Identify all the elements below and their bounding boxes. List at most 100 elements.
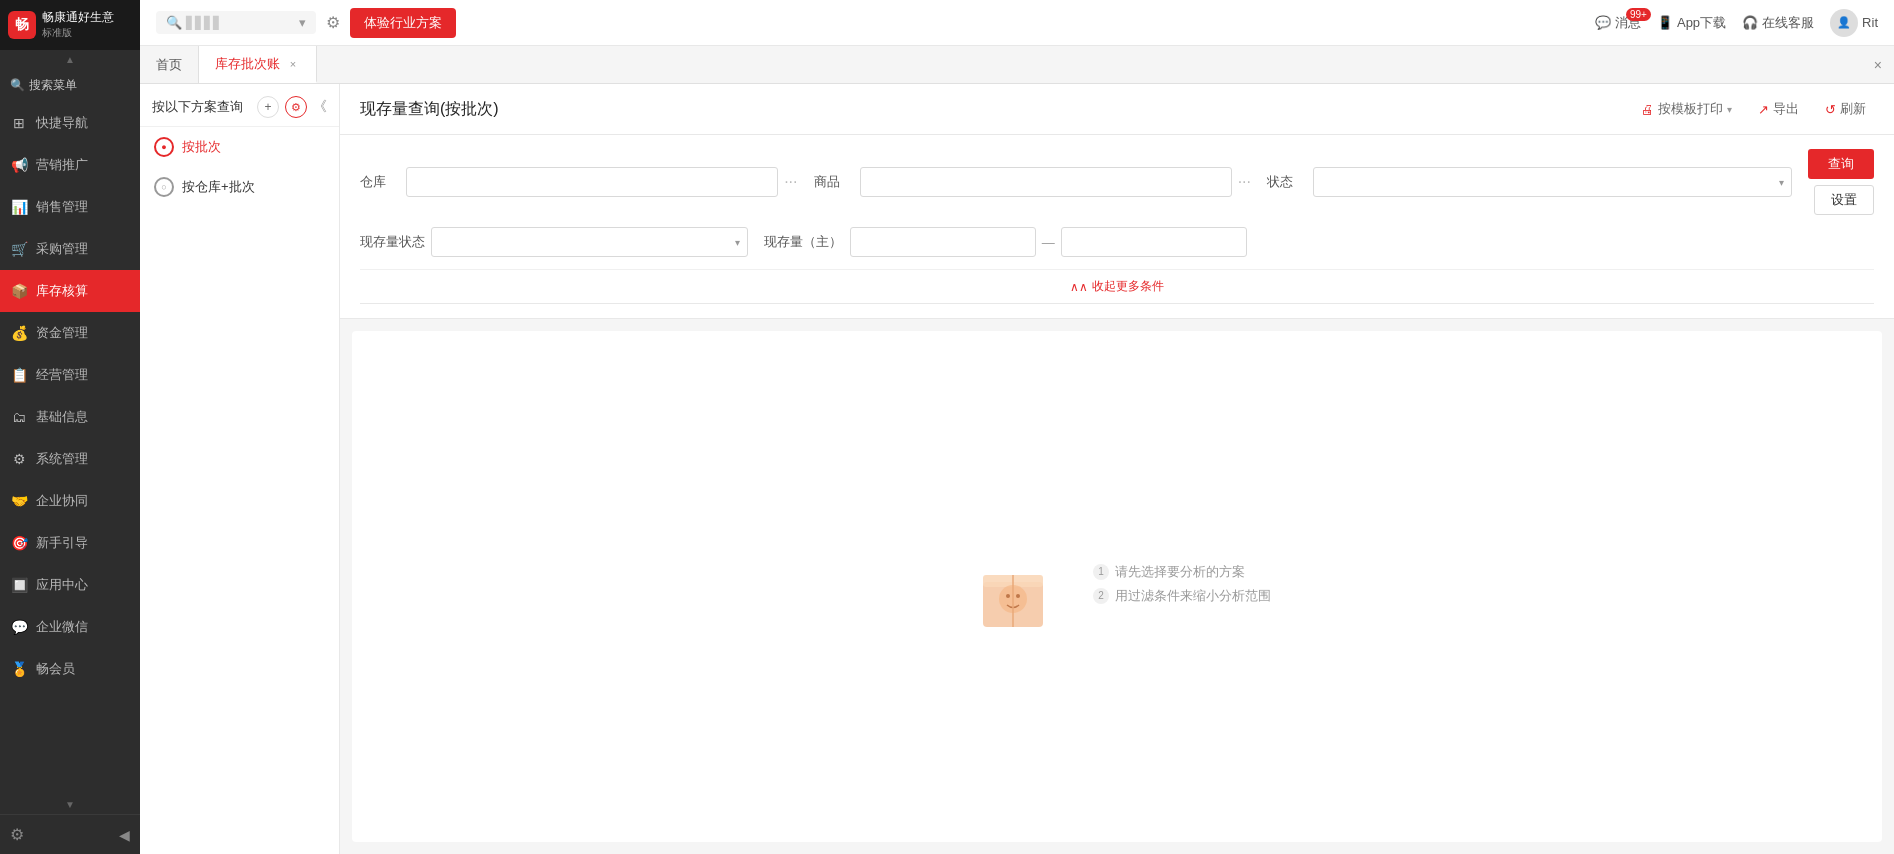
- wechat-icon: 💬: [10, 618, 28, 636]
- sidebar-item-wechat[interactable]: 💬 企业微信: [0, 606, 140, 648]
- empty-hints: 1 请先选择要分析的方案 2 用过滤条件来缩小分析范围: [1093, 563, 1271, 611]
- sidebar-item-apps[interactable]: 🔲 应用中心: [0, 564, 140, 606]
- form-buttons: 查询 设置: [1808, 149, 1874, 215]
- sidebar-settings-icon[interactable]: ⚙: [10, 825, 24, 844]
- settings-button[interactable]: 设置: [1814, 185, 1874, 215]
- batch-filter-icon: ●: [154, 137, 174, 157]
- sidebar-item-label: 基础信息: [36, 408, 88, 426]
- empty-illustration: [963, 537, 1063, 637]
- status-select[interactable]: [1313, 167, 1792, 197]
- industry-solution-button[interactable]: 体验行业方案: [350, 8, 456, 38]
- sidebar-item-operations[interactable]: 📋 经营管理: [0, 354, 140, 396]
- plus-icon: +: [264, 100, 271, 114]
- brand-info: 畅康通好生意 标准版: [42, 10, 114, 40]
- product-dots[interactable]: ···: [1238, 173, 1251, 191]
- sidebar-item-inventory[interactable]: 📦 库存核算: [0, 270, 140, 312]
- filter-add-button[interactable]: +: [257, 96, 279, 118]
- export-button[interactable]: ↗ 导出: [1750, 96, 1807, 122]
- sidebar-item-member[interactable]: 🏅 畅会员: [0, 648, 140, 690]
- product-input[interactable]: [860, 167, 1232, 197]
- page-title: 现存量查询(按批次): [360, 99, 499, 120]
- username-label: Rit: [1862, 15, 1878, 30]
- sidebar-item-marketing[interactable]: 📢 营销推广: [0, 144, 140, 186]
- app-download-button[interactable]: 📱 App下载: [1657, 14, 1726, 32]
- print-dropdown-icon[interactable]: ▾: [1727, 104, 1732, 115]
- export-icon: ↗: [1758, 102, 1769, 117]
- search-menu-item[interactable]: 🔍 搜索菜单: [0, 69, 140, 102]
- refresh-button[interactable]: ↺ 刷新: [1817, 96, 1874, 122]
- sidebar-item-finance[interactable]: 💰 资金管理: [0, 312, 140, 354]
- messages-button[interactable]: 💬 消息 99+: [1595, 14, 1641, 32]
- warehouse-input[interactable]: [406, 167, 778, 197]
- tab-home[interactable]: 首页: [140, 46, 199, 83]
- online-support-label: 在线客服: [1762, 14, 1814, 32]
- hint-1-text: 请先选择要分析的方案: [1115, 563, 1245, 581]
- page-header: 现存量查询(按批次) 🖨 按模板打印 ▾ ↗ 导出 ↺ 刷新: [340, 84, 1894, 135]
- qty-range-dash: —: [1042, 235, 1055, 250]
- inventory-status-field: 现存量状态 ▾: [360, 227, 748, 257]
- filter-settings-button[interactable]: ⚙: [285, 96, 307, 118]
- warehouse-dots[interactable]: ···: [784, 173, 797, 191]
- panel-close-button[interactable]: ×: [1862, 46, 1894, 83]
- sidebar-scroll-down[interactable]: ▼: [0, 795, 140, 814]
- sidebar-item-label: 企业微信: [36, 618, 88, 636]
- filter-item-by-batch[interactable]: ● 按批次: [140, 127, 339, 167]
- finance-icon: 💰: [10, 324, 28, 342]
- tab-close-button[interactable]: ×: [286, 57, 300, 71]
- tab-inventory-batch[interactable]: 库存批次账 ×: [199, 46, 317, 83]
- top-search-dropdown[interactable]: ▾: [299, 15, 306, 30]
- online-support-button[interactable]: 🎧 在线客服: [1742, 14, 1814, 32]
- quick-nav-icon: ⊞: [10, 114, 28, 132]
- inventory-qty-to[interactable]: [1061, 227, 1247, 257]
- sales-icon: 📊: [10, 198, 28, 216]
- sidebar-item-label: 企业协同: [36, 492, 88, 510]
- print-label: 按模板打印: [1658, 100, 1723, 118]
- basic-icon: 🗂: [10, 408, 28, 426]
- tab-home-label: 首页: [156, 56, 182, 74]
- export-label: 导出: [1773, 100, 1799, 118]
- sidebar-item-sales[interactable]: 📊 销售管理: [0, 186, 140, 228]
- sidebar-item-purchase[interactable]: 🛒 采购管理: [0, 228, 140, 270]
- sidebar-item-system[interactable]: ⚙ 系统管理: [0, 438, 140, 480]
- page-header-actions: 🖨 按模板打印 ▾ ↗ 导出 ↺ 刷新: [1633, 96, 1874, 122]
- sidebar-item-label: 系统管理: [36, 450, 88, 468]
- app-download-icon: 📱: [1657, 15, 1673, 30]
- refresh-icon: ↺: [1825, 102, 1836, 117]
- inventory-qty-field: 现存量（主） —: [764, 227, 1247, 257]
- newbie-icon: 🎯: [10, 534, 28, 552]
- marketing-icon: 📢: [10, 156, 28, 174]
- sidebar-collapse-icon[interactable]: ◀: [119, 827, 130, 843]
- sidebar-item-basic[interactable]: 🗂 基础信息: [0, 396, 140, 438]
- collapse-bar[interactable]: ∧∧ 收起更多条件: [360, 269, 1874, 304]
- query-button[interactable]: 查询: [1808, 149, 1874, 179]
- empty-hint-2: 2 用过滤条件来缩小分析范围: [1093, 587, 1271, 605]
- search-icon: 🔍: [10, 78, 25, 92]
- avatar-icon: 👤: [1837, 16, 1851, 29]
- topbar-actions: 💬 消息 99+ 📱 App下载 🎧 在线客服 👤 Rit: [1595, 9, 1878, 37]
- filter-item-by-warehouse-batch[interactable]: ○ 按仓库+批次: [140, 167, 339, 207]
- inventory-icon: 📦: [10, 282, 28, 300]
- system-icon: ⚙: [10, 450, 28, 468]
- topbar-settings-icon[interactable]: ⚙: [326, 13, 340, 32]
- svg-point-4: [1016, 594, 1020, 598]
- sidebar-item-newbie[interactable]: 🎯 新手引导: [0, 522, 140, 564]
- filter-collapse-button[interactable]: 《: [313, 98, 327, 116]
- top-search-area[interactable]: 🔍 ▋▋▋▋ ▾: [156, 11, 316, 34]
- brand-name: 畅康通好生意: [42, 10, 114, 26]
- filter-actions: + ⚙ 《: [257, 96, 327, 118]
- sidebar-item-quick-nav[interactable]: ⊞ 快捷导航: [0, 102, 140, 144]
- sidebar: 畅 畅康通好生意 标准版 ▲ 🔍 搜索菜单 ⊞ 快捷导航 📢 营销推广 📊 销售…: [0, 0, 140, 854]
- inventory-status-select-wrapper: ▾: [431, 227, 748, 257]
- inventory-status-select[interactable]: [431, 227, 748, 257]
- refresh-label: 刷新: [1840, 100, 1866, 118]
- brand-edition: 标准版: [42, 26, 114, 40]
- sidebar-item-enterprise[interactable]: 🤝 企业协同: [0, 480, 140, 522]
- sidebar-item-label: 快捷导航: [36, 114, 88, 132]
- inventory-qty-label: 现存量（主）: [764, 233, 844, 251]
- sidebar-scroll-up[interactable]: ▲: [0, 50, 140, 69]
- inventory-qty-from[interactable]: [850, 227, 1036, 257]
- print-button[interactable]: 🖨 按模板打印 ▾: [1633, 96, 1740, 122]
- user-profile-button[interactable]: 👤 Rit: [1830, 9, 1878, 37]
- topbar: 🔍 ▋▋▋▋ ▾ ⚙ 体验行业方案 💬 消息 99+ 📱 App下载 🎧 在线客…: [140, 0, 1894, 46]
- top-search-icon: 🔍: [166, 15, 182, 30]
